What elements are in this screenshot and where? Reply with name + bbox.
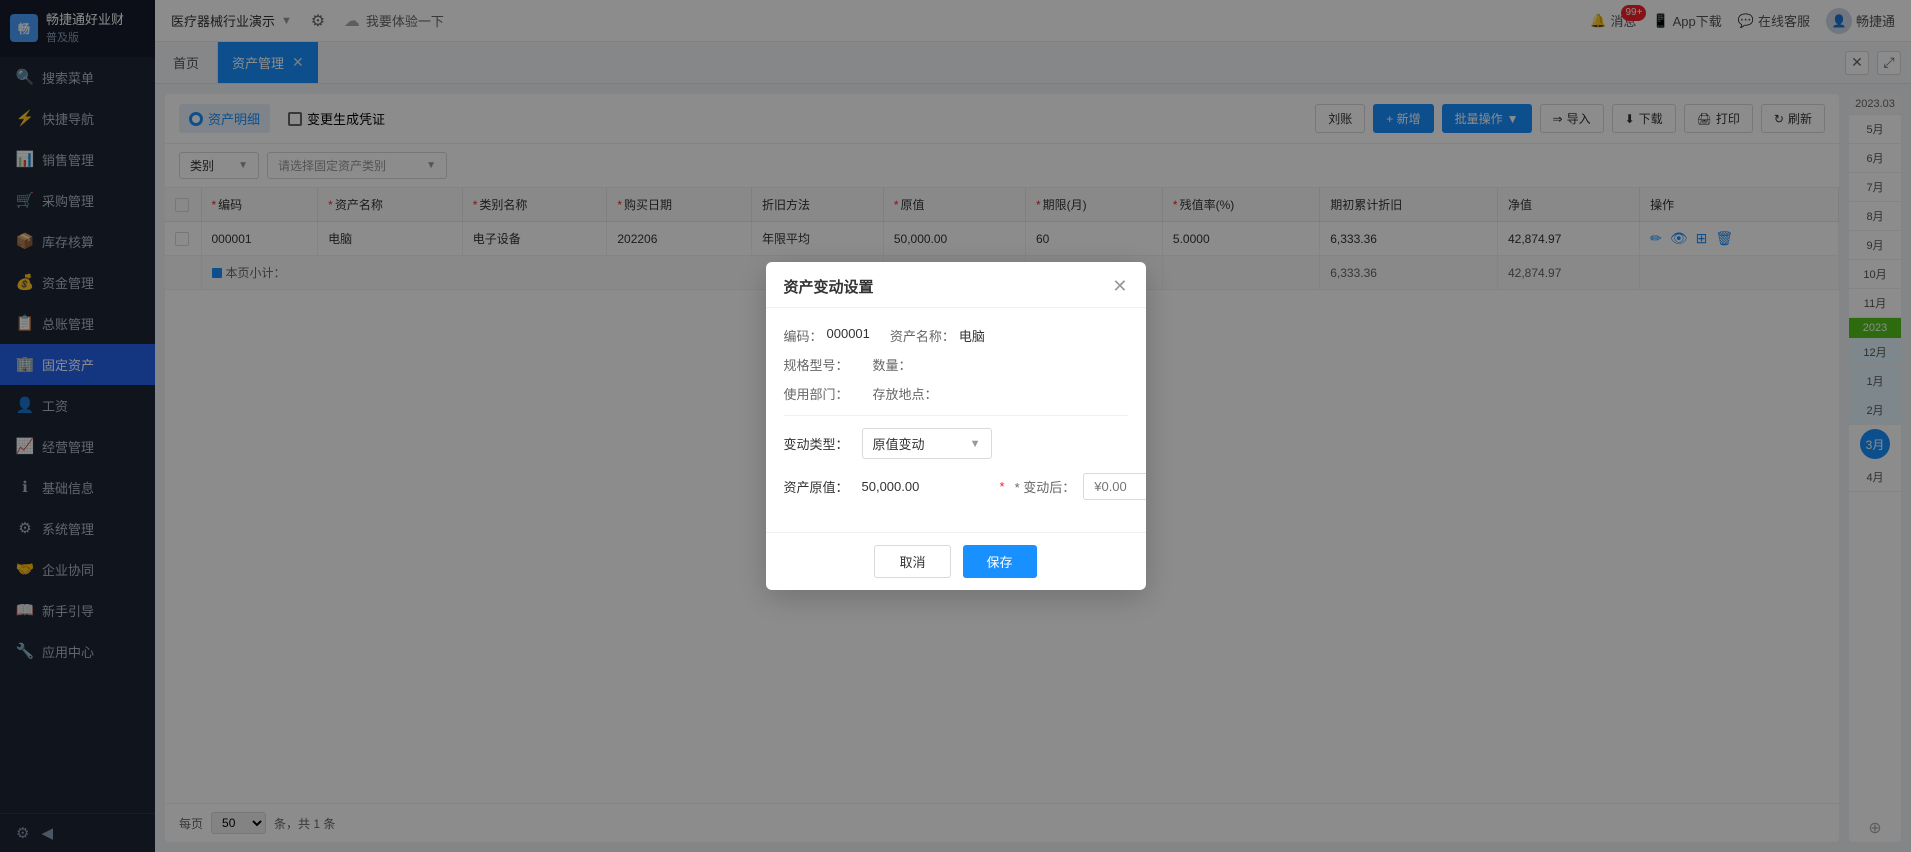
quantity-label: 数量： xyxy=(873,355,912,374)
cancel-btn[interactable]: 取消 xyxy=(874,545,950,578)
dialog-footer: 取消 保存 xyxy=(766,532,1146,590)
dialog-code-item: 编码： 000001 xyxy=(784,326,870,345)
save-btn[interactable]: 保存 xyxy=(963,545,1037,578)
dialog-header: 资产变动设置 ✕ xyxy=(766,262,1146,308)
asset-value-row: 资产原值： 50,000.00 * * 变动后： xyxy=(784,473,1128,500)
dialog-info-row-1: 编码： 000001 资产名称： 电脑 xyxy=(784,326,1128,345)
asset-name-value: 电脑 xyxy=(959,326,985,345)
asset-value-display: 50,000.00 xyxy=(862,474,992,499)
after-change-input[interactable] xyxy=(1083,473,1145,500)
dialog-title: 资产变动设置 xyxy=(784,276,874,297)
asset-change-dialog: 资产变动设置 ✕ 编码： 000001 资产名称： 电脑 规格型号： xyxy=(766,262,1146,590)
dialog-info-row-3: 使用部门： 存放地点： xyxy=(784,384,1128,403)
after-change-label: * 变动后： xyxy=(1015,477,1076,496)
dept-label: 使用部门： xyxy=(784,384,849,403)
dialog-dept-item: 使用部门： xyxy=(784,384,853,403)
dialog-close-btn[interactable]: ✕ xyxy=(1112,276,1127,297)
asset-value-label: 资产原值： xyxy=(784,477,854,496)
spec-label: 规格型号： xyxy=(784,355,849,374)
change-type-select[interactable]: 原值变动 ▼ xyxy=(862,428,992,459)
required-star: * xyxy=(1000,479,1005,494)
dialog-quantity-item: 数量： xyxy=(873,355,916,374)
change-type-label: 变动类型： xyxy=(784,434,854,453)
dialog-divider xyxy=(784,415,1128,416)
code-label: 编码： xyxy=(784,326,823,345)
dialog-spec-item: 规格型号： xyxy=(784,355,853,374)
code-value: 000001 xyxy=(827,326,870,345)
asset-name-label: 资产名称： xyxy=(890,326,955,345)
location-label: 存放地点： xyxy=(873,384,938,403)
dialog-asset-name-item: 资产名称： 电脑 xyxy=(890,326,985,345)
dialog-body: 编码： 000001 资产名称： 电脑 规格型号： 数量： xyxy=(766,308,1146,532)
change-type-value: 原值变动 xyxy=(873,434,925,453)
change-type-arrow: ▼ xyxy=(970,438,981,450)
dialog-location-item: 存放地点： xyxy=(873,384,942,403)
dialog-info-row-2: 规格型号： 数量： xyxy=(784,355,1128,374)
change-type-row: 变动类型： 原值变动 ▼ xyxy=(784,428,1128,459)
modal-overlay[interactable]: 资产变动设置 ✕ 编码： 000001 资产名称： 电脑 规格型号： xyxy=(0,0,1911,852)
